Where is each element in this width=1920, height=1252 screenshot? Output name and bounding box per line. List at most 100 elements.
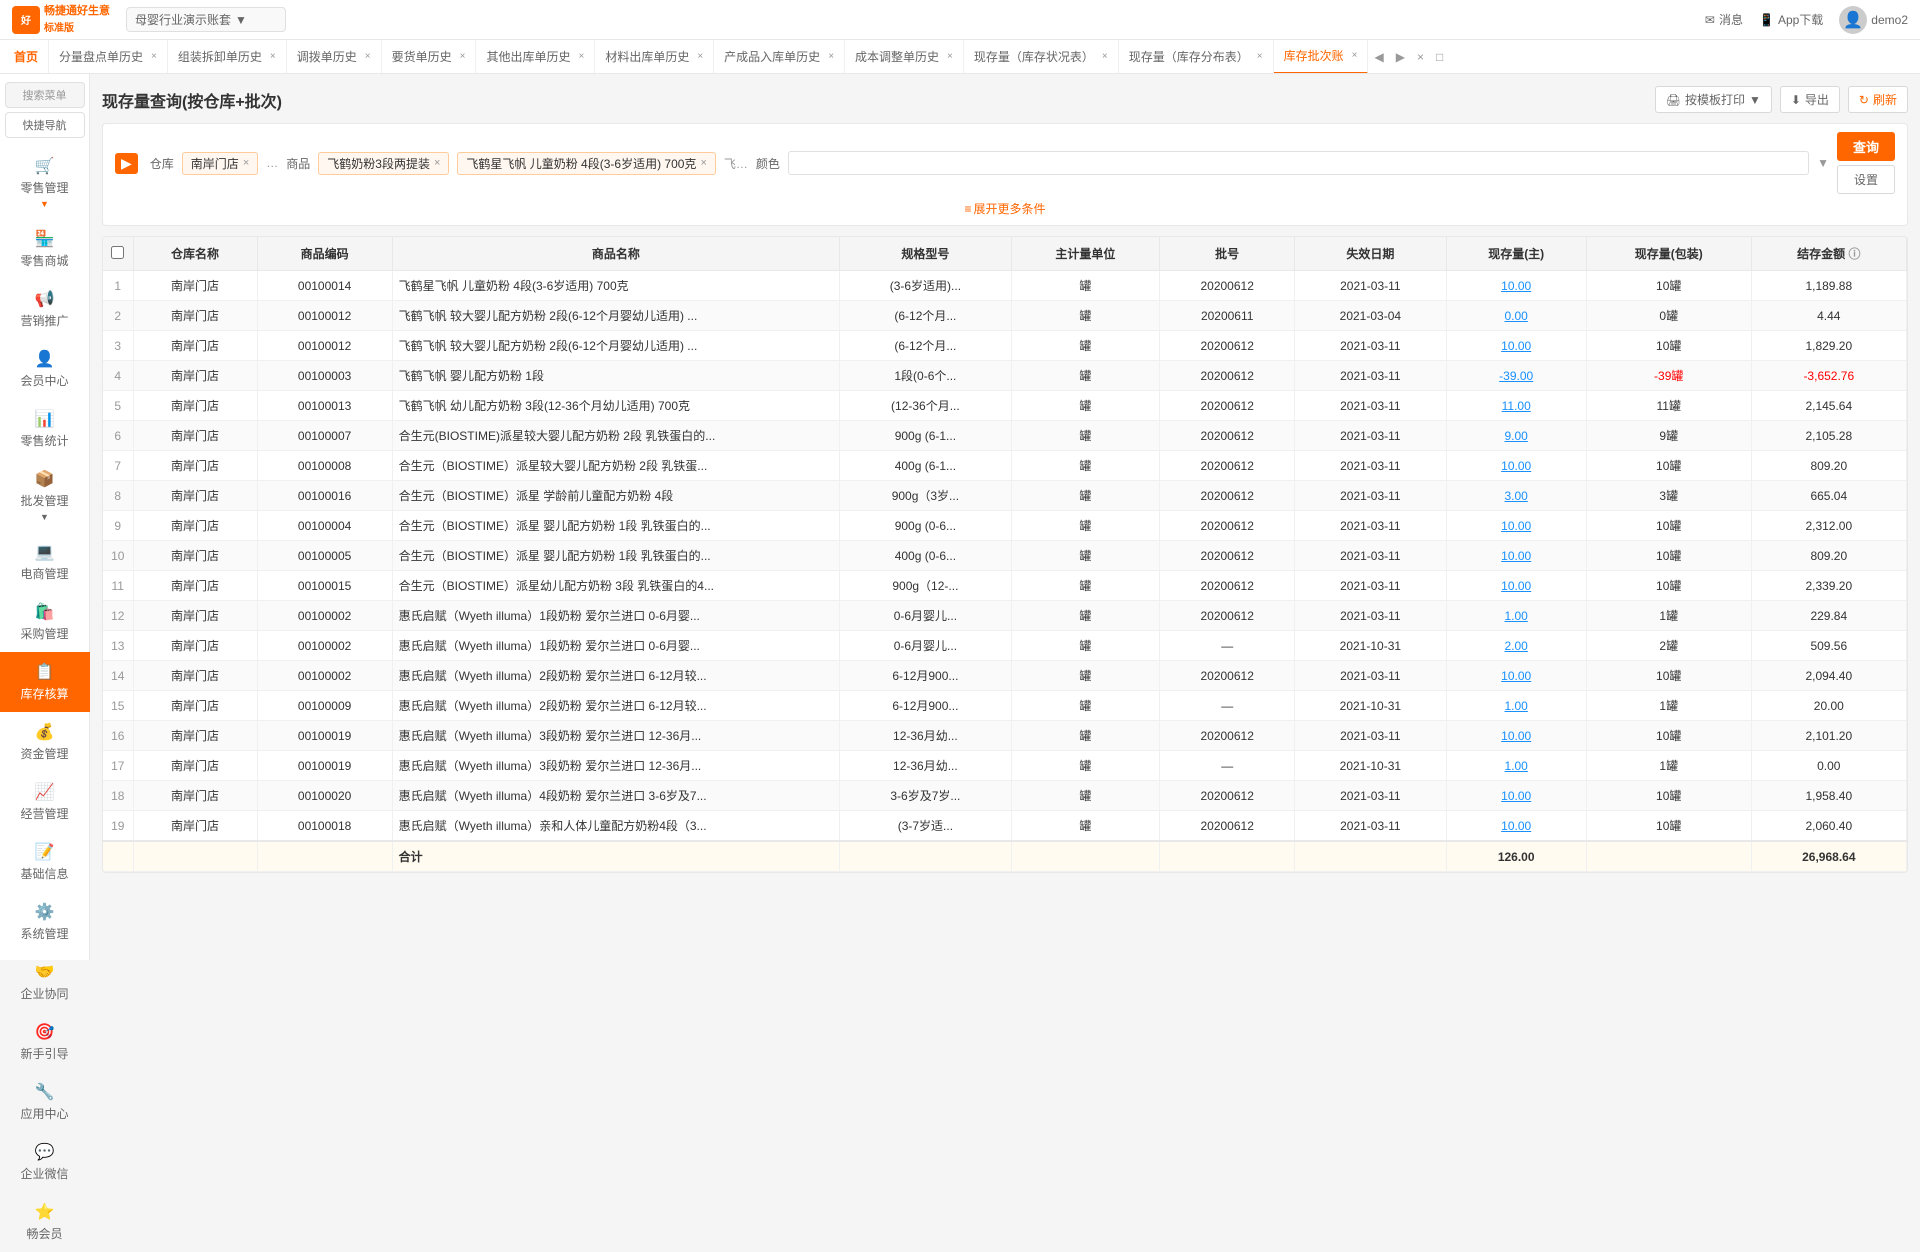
row-check: 12 (103, 601, 133, 631)
table-row: 3 南岸门店 00100012 飞鹤飞帆 较大婴儿配方奶粉 2段(6-12个月婴… (103, 331, 1907, 361)
product-more-btn[interactable]: 飞… (724, 155, 748, 172)
tab-9[interactable]: 现存量（库存状况表）× (964, 40, 1119, 74)
export-btn[interactable]: ⬇ 导出 (1780, 86, 1840, 113)
sidebar-item-system[interactable]: ⚙️ 系统管理 (0, 892, 90, 952)
sidebar-item-vip[interactable]: ⭐ 畅会员 (0, 1192, 90, 1252)
sidebar-item-collab[interactable]: 🤝 企业协同 (0, 952, 90, 1012)
row-qty-main[interactable]: 10.00 (1446, 811, 1586, 842)
row-code: 00100013 (257, 391, 392, 421)
color-input[interactable] (788, 151, 1809, 175)
total-row: 合计 126.00 26,968.64 (103, 841, 1907, 872)
row-qty-main[interactable]: 1.00 (1446, 691, 1586, 721)
close-icon[interactable]: × (828, 51, 834, 62)
sidebar-item-marketing[interactable]: 📢 营销推广 (0, 279, 90, 339)
select-all-checkbox[interactable] (111, 246, 124, 259)
export-icon: ⬇ (1791, 93, 1801, 107)
sidebar-item-inventory[interactable]: 📋 库存核算 (0, 652, 90, 712)
sidebar-item-basic-info[interactable]: 📝 基础信息 (0, 832, 90, 892)
sidebar-item-wechat[interactable]: 💬 企业微信 (0, 1132, 90, 1192)
table-header-row: 仓库名称 商品编码 商品名称 规格型号 主计量单位 批号 失效日期 现存量(主)… (103, 237, 1907, 271)
search-menu-btn[interactable]: 搜索菜单 (5, 82, 85, 108)
sidebar-item-operations[interactable]: 📈 经营管理 (0, 772, 90, 832)
tab-3[interactable]: 调拨单历史 × (287, 40, 382, 74)
refresh-btn[interactable]: ↻ 刷新 (1848, 86, 1908, 113)
user-menu[interactable]: 👤 demo2 (1839, 6, 1908, 34)
table-row: 4 南岸门店 00100003 飞鹤飞帆 婴儿配方奶粉 1段 1段(0-6个..… (103, 361, 1907, 391)
row-amount: 229.84 (1751, 601, 1906, 631)
sidebar-item-wholesale[interactable]: 📦 批发管理 ▼ (0, 459, 90, 532)
row-qty-main[interactable]: 1.00 (1446, 601, 1586, 631)
row-qty-main[interactable]: 10.00 (1446, 721, 1586, 751)
warehouse-tag-close[interactable]: × (243, 157, 249, 169)
sidebar-item-retail-mgmt[interactable]: 🛒 零售管理 ▼ (0, 146, 90, 219)
row-qty-main[interactable]: 10.00 (1446, 511, 1586, 541)
nav-right-arrow[interactable]: ▶ (1390, 50, 1411, 64)
row-qty-main[interactable]: 3.00 (1446, 481, 1586, 511)
row-spec: 0-6月婴儿... (840, 631, 1012, 661)
settings-btn[interactable]: 设置 (1837, 165, 1895, 194)
inventory-icon: 📋 (35, 662, 55, 682)
tab-11[interactable]: 库存批次账 × (1274, 40, 1369, 74)
tab-10[interactable]: 现存量（库存分布表）× (1119, 40, 1274, 74)
print-btn[interactable]: 🖨 按模板打印 ▼ (1655, 86, 1772, 113)
nav-left-arrow[interactable]: ◀ (1368, 50, 1389, 64)
product-tag-2-close[interactable]: × (700, 157, 706, 169)
row-qty-pkg: 0罐 (1586, 301, 1751, 331)
row-qty-main[interactable]: 10.00 (1446, 661, 1586, 691)
filter-expand-arrow[interactable]: ▶ (115, 153, 138, 174)
nav-more[interactable]: □ (1430, 50, 1449, 64)
row-qty-main[interactable]: 10.00 (1446, 541, 1586, 571)
product-tag-1-close[interactable]: × (434, 157, 440, 169)
sidebar-label: 资金管理 (20, 745, 68, 762)
sidebar-item-app-center[interactable]: 🔧 应用中心 (0, 1072, 90, 1132)
expand-more-btn[interactable]: ≡ 展开更多条件 (115, 200, 1895, 217)
quick-nav-btn[interactable]: 快捷导航 (5, 112, 85, 138)
row-qty-main[interactable]: 1.00 (1446, 751, 1586, 781)
row-check: 8 (103, 481, 133, 511)
tab-2[interactable]: 组装拆卸单历史 × (168, 40, 287, 74)
sidebar-item-retail-stats[interactable]: 📊 零售统计 (0, 399, 90, 459)
tab-6[interactable]: 材料出库单历史 × (595, 40, 714, 74)
close-icon[interactable]: × (151, 51, 157, 62)
close-icon[interactable]: × (460, 51, 466, 62)
tab-8[interactable]: 成本调整单历史 × (845, 40, 964, 74)
nav-close-all[interactable]: × (1411, 50, 1430, 64)
sidebar-item-purchase[interactable]: 🛍️ 采购管理 (0, 592, 90, 652)
close-icon[interactable]: × (947, 51, 953, 62)
sidebar-item-finance[interactable]: 💰 资金管理 (0, 712, 90, 772)
tab-4[interactable]: 要货单历史 × (382, 40, 477, 74)
message-btn[interactable]: ✉ 消息 (1705, 11, 1743, 28)
close-icon[interactable]: × (1102, 51, 1108, 62)
info-icon[interactable]: ⓘ (1848, 247, 1860, 261)
close-icon[interactable]: × (697, 51, 703, 62)
tab-home[interactable]: 首页 (4, 40, 49, 74)
row-qty-main[interactable]: 10.00 (1446, 451, 1586, 481)
row-qty-main[interactable]: 0.00 (1446, 301, 1586, 331)
row-qty-main[interactable]: 10.00 (1446, 781, 1586, 811)
row-qty-main[interactable]: 10.00 (1446, 271, 1586, 301)
row-qty-main[interactable]: 10.00 (1446, 331, 1586, 361)
row-qty-main[interactable]: -39.00 (1446, 361, 1586, 391)
sidebar-item-ecommerce[interactable]: 💻 电商管理 (0, 532, 90, 592)
tab-1[interactable]: 分量盘点单历史 × (49, 40, 168, 74)
company-selector[interactable]: 母婴行业演示账套 ▼ (126, 7, 286, 32)
sidebar-item-retail-shop[interactable]: 🏪 零售商城 (0, 219, 90, 279)
row-qty-main[interactable]: 9.00 (1446, 421, 1586, 451)
row-qty-main[interactable]: 10.00 (1446, 571, 1586, 601)
close-icon[interactable]: × (1352, 50, 1358, 61)
row-qty-main[interactable]: 2.00 (1446, 631, 1586, 661)
close-icon[interactable]: × (365, 51, 371, 62)
close-icon[interactable]: × (578, 51, 584, 62)
warehouse-more-btn[interactable]: … (266, 156, 278, 170)
download-btn[interactable]: 📱 App下载 (1759, 11, 1823, 28)
close-icon[interactable]: × (1257, 51, 1263, 62)
sidebar-item-member[interactable]: 👤 会员中心 (0, 339, 90, 399)
tab-5[interactable]: 其他出库单历史 × (476, 40, 595, 74)
close-icon[interactable]: × (270, 51, 276, 62)
row-qty-main[interactable]: 11.00 (1446, 391, 1586, 421)
tab-7[interactable]: 产成品入库单历史 × (714, 40, 845, 74)
sidebar-label: 企业协同 (20, 985, 68, 1002)
query-btn[interactable]: 查询 (1837, 132, 1895, 161)
sidebar-item-guide[interactable]: 🎯 新手引导 (0, 1012, 90, 1072)
color-dropdown-arrow[interactable]: ▼ (1817, 156, 1829, 170)
